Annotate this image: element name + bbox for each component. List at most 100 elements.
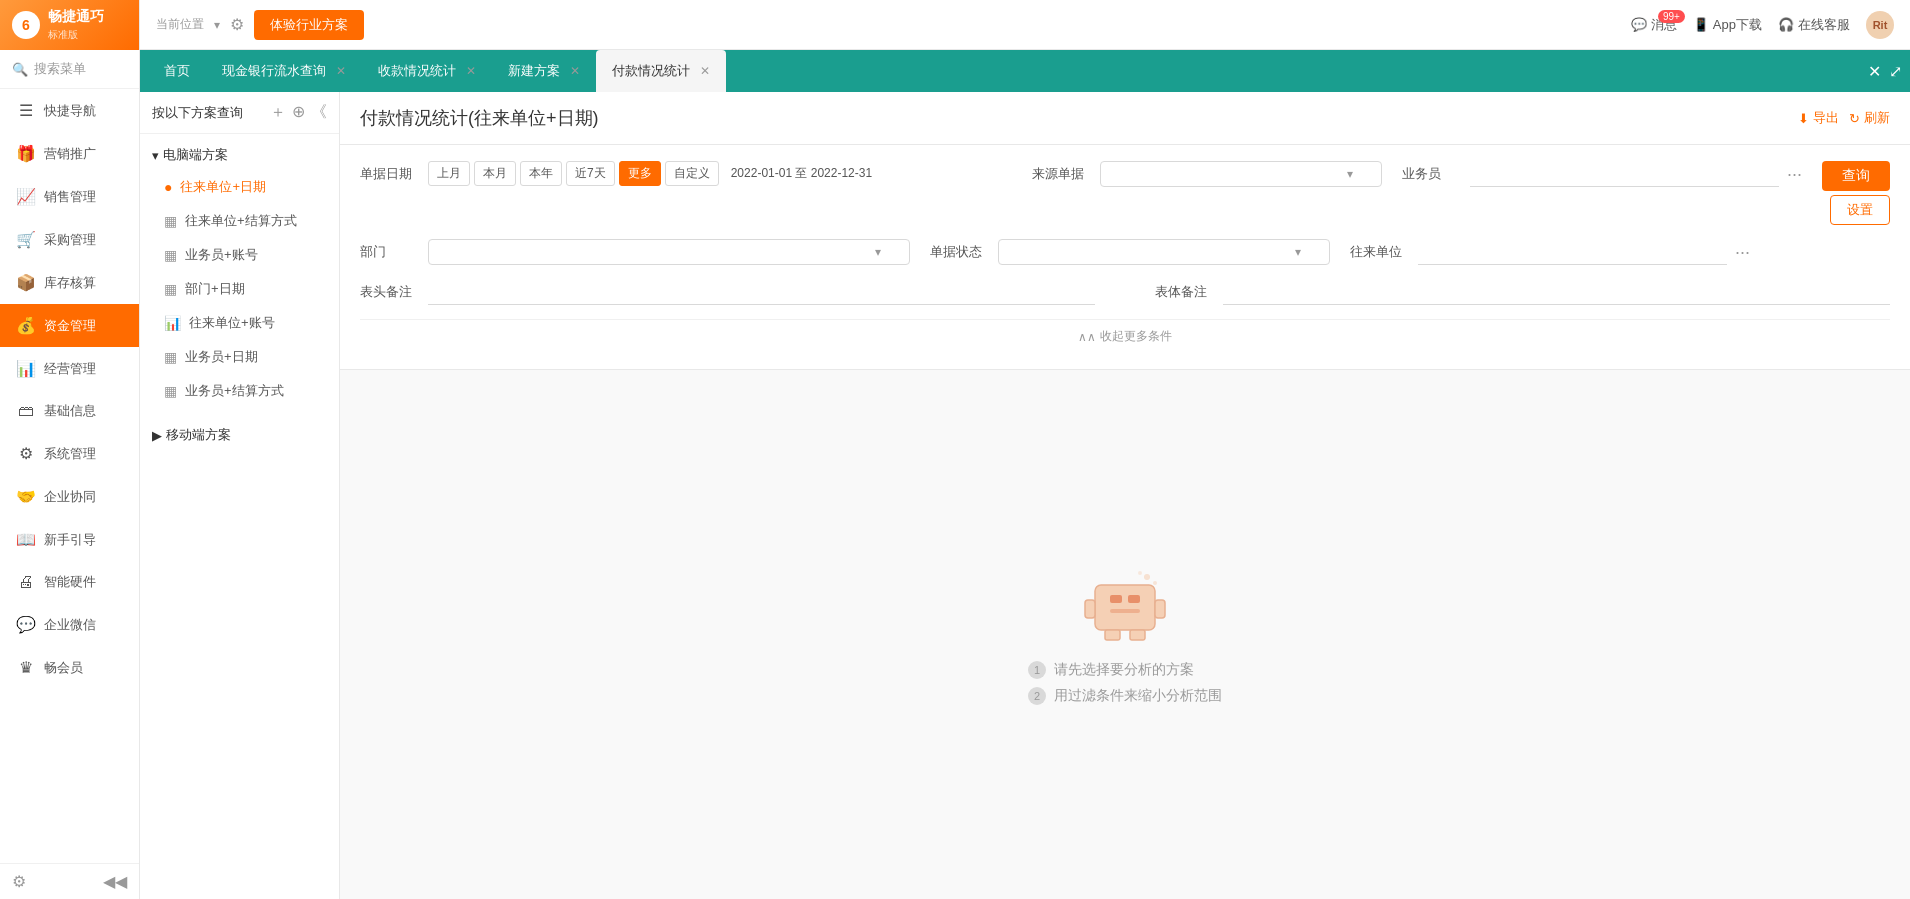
sidebar-item-finance[interactable]: 💰 资金管理 [0,304,139,347]
footer-settings-icon[interactable]: ⚙ [12,872,26,891]
dept-label: 部门 [360,243,420,261]
expand-icon[interactable]: ⤢ [1889,62,1902,81]
topbar: 当前位置 ▾ ⚙ 体验行业方案 💬 消息 99+ 📱 App下载 🎧 在线客服 … [140,0,1910,50]
export-icon: ⬇ [1798,111,1809,126]
tab-home[interactable]: 首页 [148,50,206,92]
table-body-note-input[interactable] [1223,279,1890,305]
scheme-item-dept-date[interactable]: ▦ 部门+日期 [152,272,327,306]
tab-bank-flow[interactable]: 现金银行流水查询 ✕ [206,50,362,92]
scheme-item-unit-settle[interactable]: ▦ 往来单位+结算方式 [152,204,327,238]
breadcrumb-dropdown-icon[interactable]: ▾ [214,18,220,32]
unit-more-icon[interactable]: ··· [1735,242,1750,263]
tab-bank-flow-close-icon[interactable]: ✕ [336,64,346,78]
empty-tip-1-text: 请先选择要分析的方案 [1054,661,1194,679]
online-service-button[interactable]: 🎧 在线客服 [1778,16,1850,34]
sidebar-item-enterprise[interactable]: 🤝 企业协同 [0,475,139,518]
collapse-panel-icon[interactable]: 《 [311,102,327,123]
date-btn-this-year[interactable]: 本年 [520,161,562,186]
wechat-icon: 💬 [16,615,36,634]
svg-point-9 [1153,581,1157,585]
sidebar-nav: ☰ 快捷导航 🎁 营销推广 📈 销售管理 🛒 采购管理 📦 库存核算 💰 资金管… [0,89,139,689]
date-btn-7days[interactable]: 近7天 [566,161,615,186]
date-btn-last-month[interactable]: 上月 [428,161,470,186]
tab-payment-stats-close-icon[interactable]: ✕ [700,64,710,78]
mobile-scheme-group-header[interactable]: ▶ 移动端方案 [152,420,327,450]
sidebar-search[interactable]: 🔍 搜索菜单 [0,50,139,89]
trial-button[interactable]: 体验行业方案 [254,10,364,40]
topbar-settings-icon[interactable]: ⚙ [230,15,244,34]
sidebar-item-operations[interactable]: 📊 经营管理 [0,347,139,390]
collapse-filter-button[interactable]: ∧∧ 收起更多条件 [360,319,1890,353]
scheme-item-staff-date[interactable]: ▦ 业务员+日期 [152,340,327,374]
export-label: 导出 [1813,109,1839,127]
scheme-item-label: 往来单位+账号 [189,314,275,332]
tab-payment-stats[interactable]: 付款情况统计 ✕ [596,50,726,92]
unit-input[interactable] [1418,239,1727,265]
tab-receipt-stats[interactable]: 收款情况统计 ✕ [362,50,492,92]
sidebar-item-member[interactable]: ♛ 畅会员 [0,646,139,689]
export-button[interactable]: ⬇ 导出 [1798,109,1839,127]
tab-receipt-stats-close-icon[interactable]: ✕ [466,64,476,78]
footer-collapse-icon[interactable]: ◀◀ [103,872,127,891]
scheme-item-staff-account[interactable]: ▦ 业务员+账号 [152,238,327,272]
close-all-icon[interactable]: ✕ [1868,62,1881,81]
topbar-right: 💬 消息 99+ 📱 App下载 🎧 在线客服 Rit [1631,11,1894,39]
sidebar-item-label: 企业微信 [44,616,96,634]
service-label: 在线客服 [1798,16,1850,34]
message-button[interactable]: 💬 消息 99+ [1631,16,1677,34]
scheme-item-label: 往来单位+结算方式 [185,212,297,230]
tip-num-1: 1 [1028,661,1046,679]
date-btn-more[interactable]: 更多 [619,161,661,186]
dept-select[interactable]: ▾ [428,239,910,265]
scheme-item-staff-settle[interactable]: ▦ 业务员+结算方式 [152,374,327,408]
sidebar-item-quick-nav[interactable]: ☰ 快捷导航 [0,89,139,132]
sidebar-item-wechat[interactable]: 💬 企业微信 [0,603,139,646]
pc-scheme-group-header[interactable]: ▾ 电脑端方案 [152,140,327,170]
marketing-icon: 🎁 [16,144,36,163]
scheme-item-unit-account[interactable]: 📊 往来单位+账号 [152,306,327,340]
sidebar-item-label: 资金管理 [44,317,96,335]
refresh-button[interactable]: ↻ 刷新 [1849,109,1890,127]
add-scheme-icon[interactable]: ＋ [270,102,286,123]
source-voucher-select[interactable]: ▾ [1100,161,1382,187]
settings-button[interactable]: 设置 [1830,195,1890,225]
tab-new-plan-close-icon[interactable]: ✕ [570,64,580,78]
scheme-active-icon: ● [164,179,172,195]
sidebar-item-sales[interactable]: 📈 销售管理 [0,175,139,218]
table-header-note-input[interactable] [428,279,1095,305]
tab-bar: 首页 现金银行流水查询 ✕ 收款情况统计 ✕ 新建方案 ✕ 付款情况统计 ✕ ✕… [140,50,1910,92]
sidebar-item-system[interactable]: ⚙ 系统管理 [0,432,139,475]
voucher-status-select[interactable]: ▾ [998,239,1330,265]
sidebar-item-purchase[interactable]: 🛒 采购管理 [0,218,139,261]
refresh-label: 刷新 [1864,109,1890,127]
table-body-note-label: 表体备注 [1155,283,1215,301]
query-button[interactable]: 查询 [1822,161,1890,191]
svg-rect-2 [1128,595,1140,603]
sidebar-item-label: 智能硬件 [44,573,96,591]
filter-table-header-note: 表头备注 [360,279,1095,305]
sidebar-item-basic[interactable]: 🗃 基础信息 [0,390,139,432]
svg-rect-6 [1105,630,1120,640]
tip-num-2: 2 [1028,687,1046,705]
dept-arrow-icon: ▾ [875,245,881,259]
tab-new-plan[interactable]: 新建方案 ✕ [492,50,596,92]
sales-icon: 📈 [16,187,36,206]
quick-nav-icon: ☰ [16,101,36,120]
staff-more-icon[interactable]: ··· [1787,164,1802,185]
scheme-settings-icon[interactable]: ⊕ [292,102,305,123]
filter-voucher-date: 单据日期 上月 本月 本年 近7天 更多 自定义 2022-01-01 至 20… [360,161,1012,186]
scheme-item-unit-date[interactable]: ● 往来单位+日期 [152,170,327,204]
sidebar-item-guide[interactable]: 📖 新手引导 [0,518,139,561]
app-download-button[interactable]: 📱 App下载 [1693,16,1762,34]
date-btn-this-month[interactable]: 本月 [474,161,516,186]
avatar[interactable]: Rit [1866,11,1894,39]
svg-rect-1 [1110,595,1122,603]
sidebar-item-hardware[interactable]: 🖨 智能硬件 [0,561,139,603]
sidebar-item-label: 经营管理 [44,360,96,378]
left-panel: 按以下方案查询 ＋ ⊕ 《 ▾ 电脑端方案 ● 往来单位+日期 ▦ [140,92,340,899]
sidebar-item-inventory[interactable]: 📦 库存核算 [0,261,139,304]
date-btn-custom[interactable]: 自定义 [665,161,719,186]
sidebar-item-marketing[interactable]: 🎁 营销推广 [0,132,139,175]
empty-state-icon [1075,565,1175,645]
staff-input[interactable] [1470,161,1779,187]
